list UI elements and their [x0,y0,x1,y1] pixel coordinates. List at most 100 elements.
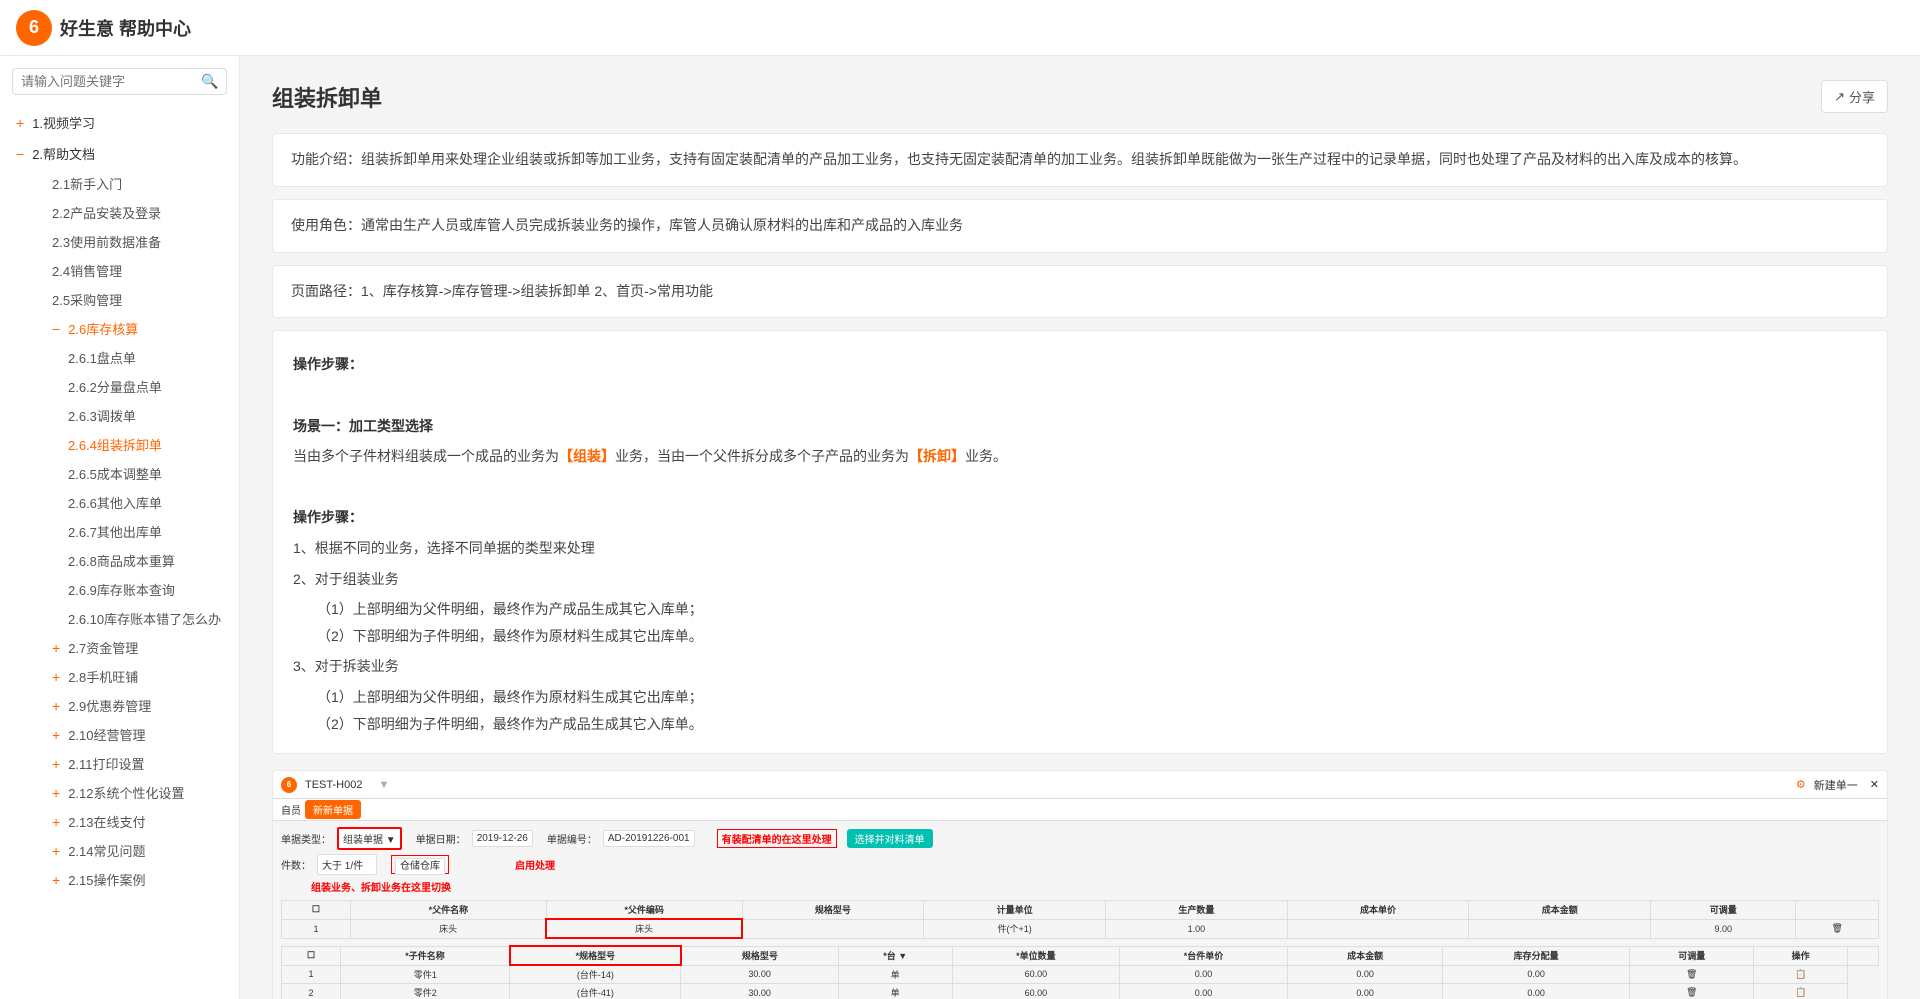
mock-nav-new: 新新单据 [305,800,361,819]
logo-icon: 6 [16,10,52,46]
sidebar-item-2[interactable]: − 2.帮助文档 [0,138,239,169]
expand-icon-2-11: + [52,756,60,772]
top-header: 6 好生意 帮助中心 [0,0,1920,56]
mock-app: 6 TEST-H002 ▼ ⚙ 新建单一 ✕ 自员 新新单据 [273,771,1887,999]
sidebar-item-2-13[interactable]: + 2.13在线支付 [24,807,239,836]
mock-child-table: ☐ *子件名称 *规格型号 规格型号 *台 ▼ *单位数量 *台件单价 成本金额… [281,945,1879,999]
expand-icon-2-7: + [52,640,60,656]
expand-icon-1: + [16,115,24,131]
expand-icon-2-12: + [52,785,60,801]
expand-icon-2-6: − [52,321,60,337]
mock-form-row-1: 单据类型： 组装单据 ▼ 单据日期： 2019-12-26 单据编号： AD-2… [281,827,1879,850]
sidebar-item-2-6-4[interactable]: 2.6.4组装拆卸单 [40,430,239,459]
search-box[interactable]: 🔍 [12,68,227,95]
sidebar-item-2-6-5[interactable]: 2.6.5成本调整单 [40,459,239,488]
mock-form-wh: 仓储仓库 [395,858,445,875]
mock-annotation-has-bom: 有装配清单的在这里处理 [717,829,837,848]
step1-text: 1、根据不同的业务，选择不同单据的类型来处理 [293,535,1867,562]
mock-annotation-switch: 组装业务、拆卸业务在这里切换 [311,879,451,894]
sidebar-item-2-6-10[interactable]: 2.6.10库存账本错了怎么办 [40,604,239,633]
scene1-title: 场景一：加工类型选择 [293,418,433,434]
sidebar-item-2-3[interactable]: 2.3使用前数据准备 [24,227,239,256]
sidebar-item-2-6-8[interactable]: 2.6.8商品成本重算 [40,546,239,575]
sidebar-item-2-6-7[interactable]: 2.6.7其他出库单 [40,517,239,546]
col-total: 成本金额 [1469,901,1651,920]
sidebar-sub-sub-group: 2.6.1盘点单 2.6.2分量盘点单 2.6.3调拨单 2.6.4组装拆卸单 … [24,343,239,633]
mock-titlebar: 6 TEST-H002 ▼ ⚙ 新建单一 ✕ [273,771,1887,799]
mock-form-num2: 大于 1/件 [317,854,377,875]
mock-form-type-select: 组装单据 ▼ [337,827,402,850]
step2-text: 2、对于组装业务 [293,566,1867,593]
expand-icon-2-8: + [52,669,60,685]
sidebar-item-2-12[interactable]: + 2.12系统个性化设置 [24,778,239,807]
sidebar-item-2-6-2[interactable]: 2.6.2分量盘点单 [40,372,239,401]
search-icon[interactable]: 🔍 [201,73,218,90]
mock-form-label-type: 单据类型： [281,831,331,846]
col-cost: 成本单价 [1287,901,1469,920]
steps-sub-label: 操作步骤： [293,509,363,525]
mock-form-label-num2: 件数： [281,857,311,872]
expand-icon-2-14: + [52,843,60,859]
mock-form-label-date: 单据日期： [416,831,466,846]
step3-sub1: （1）上部明细为父件明细，最终作为原材料生成其它出库单； [317,684,1867,711]
col-spec: 规格型号 [742,901,924,920]
step3-text: 3、对于拆装业务 [293,653,1867,680]
logo-text: 好生意 帮助中心 [60,15,191,41]
sidebar-item-2-1[interactable]: 2.1新手入门 [24,169,239,198]
mock-form-row-2: 件数： 大于 1/件 仓储仓库 启用处理 [281,854,1879,875]
steps-title: 操作步骤： [293,356,363,372]
search-input[interactable] [21,74,197,89]
col-code: *父件编码 [546,901,742,920]
intro-text-2: 使用角色：通常由生产人员或库管人员完成拆装业务的操作，库管人员确认原材料的出库和… [291,217,963,233]
expand-icon-2-13: + [52,814,60,830]
sidebar-item-2-4[interactable]: 2.4销售管理 [24,256,239,285]
sidebar-item-2-15[interactable]: + 2.15操作案例 [24,865,239,894]
mock-parent-table-header: ☐ *父件名称 *父件编码 规格型号 计量单位 生产数量 成本单价 成本金额 可… [282,901,1879,920]
sidebar-item-2-11[interactable]: + 2.11打印设置 [24,749,239,778]
step2-sub2: （2）下部明细为子件明细，最终作为原材料生成其它出库单。 [317,623,1867,650]
mock-child-table-header: ☐ *子件名称 *规格型号 规格型号 *台 ▼ *单位数量 *台件单价 成本金额… [282,946,1879,965]
mock-title-close: ✕ [1870,778,1879,791]
sidebar-item-2-5[interactable]: 2.5采购管理 [24,285,239,314]
sidebar-item-2-10[interactable]: + 2.10经营管理 [24,720,239,749]
intro-card-2: 使用角色：通常由生产人员或库管人员完成拆装业务的操作，库管人员确认原材料的出库和… [272,199,1888,253]
step3-sub2: （2）下部明细为子件明细，最终作为产成品生成其它入库单。 [317,711,1867,738]
mock-title-info: 新建单一 [1814,777,1858,793]
mock-form-num: AD-20191226-001 [603,830,695,847]
share-label: 分享 [1849,87,1875,106]
sidebar-item-2-8[interactable]: + 2.8手机旺铺 [24,662,239,691]
main-content: 操作步骤： 场景一：加工类型选择 当由多个子件材料组装成一个成品的业务为【组装】… [272,330,1888,754]
breadcrumb-card: 页面路径：1、库存核算->库存管理->组装拆卸单 2、首页->常用功能 [272,265,1888,319]
share-button[interactable]: ↗ 分享 [1821,80,1888,113]
logo-area: 6 好生意 帮助中心 [16,10,256,46]
sidebar-item-2-9[interactable]: + 2.9优惠券管理 [24,691,239,720]
sidebar-item-2-6[interactable]: − 2.6库存核算 [24,314,239,343]
share-icon: ↗ [1834,89,1845,105]
mock-form-label-num: 单据编号： [547,831,597,846]
breadcrumb: 页面路径：1、库存核算->库存管理->组装拆卸单 2、首页->常用功能 [291,283,713,299]
mock-content: 单据类型： 组装单据 ▼ 单据日期： 2019-12-26 单据编号： AD-2… [273,821,1887,999]
sidebar-item-2-6-1[interactable]: 2.6.1盘点单 [40,343,239,372]
mock-parent-row-1: 1 床头 床头 件(个+1) 1.00 9.00 🗑 [282,919,1879,938]
sidebar-item-2-14[interactable]: + 2.14常见问题 [24,836,239,865]
col-count: 生产数量 [1105,901,1287,920]
mock-child-row-1: 1 零件1 (台件-14) 30.00 单 60.00 0.00 0.00 0.… [282,965,1879,984]
expand-icon-2: − [16,146,24,162]
sidebar-item-2-6-3[interactable]: 2.6.3调拨单 [40,401,239,430]
sidebar-item-2-2[interactable]: 2.2产品安装及登录 [24,198,239,227]
col-check: ☐ [282,901,351,920]
sidebar-item-1[interactable]: + 1.视频学习 [0,107,239,138]
sidebar-item-2-6-6[interactable]: 2.6.6其他入库单 [40,488,239,517]
col-qty: 计量单位 [924,901,1106,920]
col-name: *父件名称 [350,901,546,920]
sidebar-item-2-6-9[interactable]: 2.6.9库存账本查询 [40,575,239,604]
intro-text-1: 功能介绍：组装拆卸单用来处理企业组装或拆卸等加工业务，支持有固定装配清单的产品加… [291,151,1747,167]
mock-nav: 自员 新新单据 [273,799,1887,821]
mock-title-text: TEST-H002 [305,779,362,791]
mock-btn-select-bom: 选择并对料清单 [847,829,933,848]
expand-icon-2-15: + [52,872,60,888]
screenshot-container: 6 TEST-H002 ▼ ⚙ 新建单一 ✕ 自员 新新单据 [272,770,1888,999]
sidebar-item-2-7[interactable]: + 2.7资金管理 [24,633,239,662]
col-action [1796,901,1879,920]
expand-icon-2-10: + [52,727,60,743]
